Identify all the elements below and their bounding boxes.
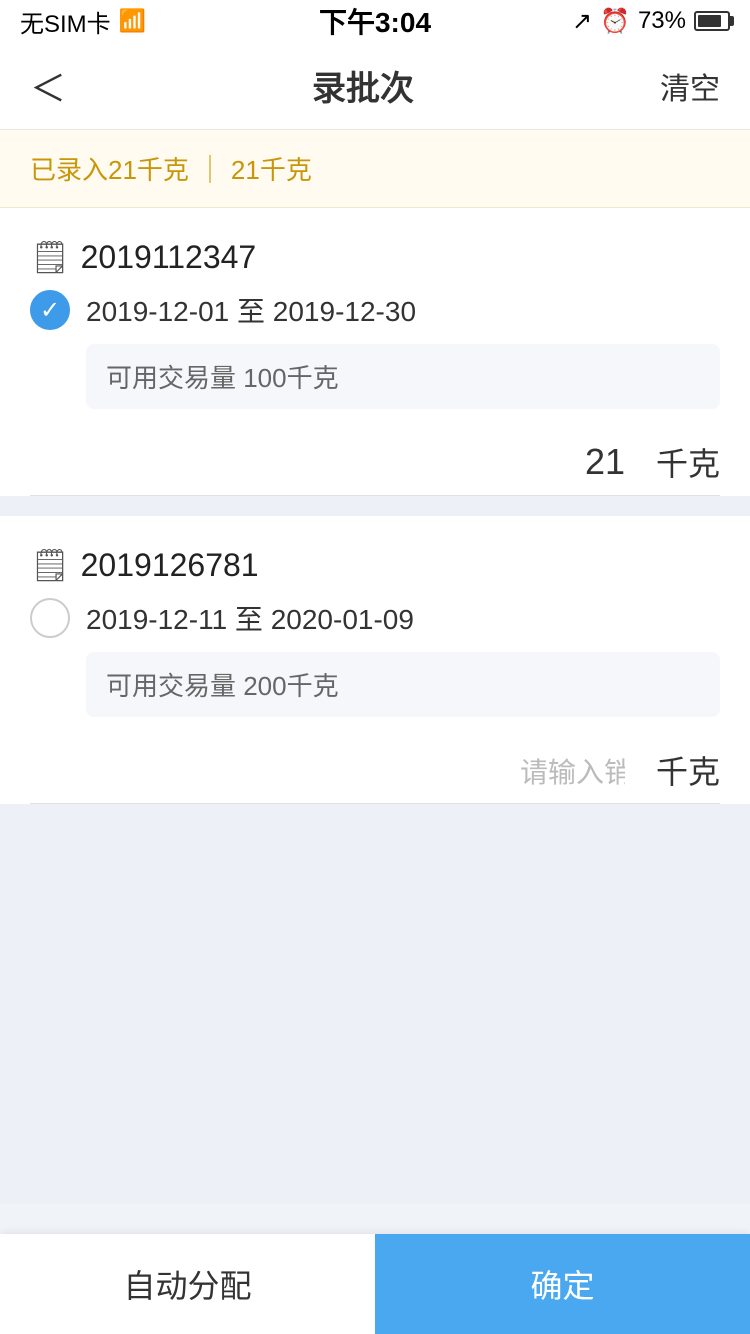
batch1-date: 2019-12-01 至 2019-12-30	[86, 290, 416, 330]
batch2-unit: 千克	[656, 747, 720, 793]
carrier-text: 无SIM卡	[20, 4, 111, 39]
summary-value: 21千克	[231, 150, 312, 187]
batch1-id: 2019112347	[81, 239, 257, 276]
batch2-id: 2019126781	[81, 547, 259, 584]
back-button[interactable]: ＜	[30, 60, 66, 112]
bottom-bar: 自动分配 确定	[0, 1234, 750, 1334]
batch2-qty-input[interactable]	[520, 749, 640, 791]
batch2-input-row: 千克	[0, 727, 750, 803]
nav-bar: ＜ 录批次 清空	[0, 42, 750, 130]
location-icon: ↗	[572, 7, 592, 36]
batch1-available: 可用交易量 100千克	[86, 344, 720, 409]
auto-distribute-button[interactable]: 自动分配	[0, 1234, 375, 1334]
batch2-date-row: 2019-12-11 至 2020-01-09	[30, 598, 720, 638]
summary-divider	[209, 155, 211, 183]
summary-bar: 已录入21千克 21千克	[0, 130, 750, 208]
batch2-content: 🗒 2019126781 2019-12-11 至 2020-01-09 可用交…	[0, 516, 750, 727]
batch1-icon: 🗒	[30, 238, 71, 276]
wifi-icon: 📶	[119, 8, 146, 34]
status-bar: 无SIM卡 📶 下午3:04 ↗ ⏰ 73%	[0, 0, 750, 42]
batch2-date: 2019-12-11 至 2020-01-09	[86, 598, 414, 638]
batch1-qty-input[interactable]	[520, 441, 640, 483]
batch1-radio[interactable]: ✓	[30, 290, 70, 330]
status-time: 下午3:04	[319, 1, 431, 41]
alarm-icon: ⏰	[600, 7, 630, 36]
batch1-input-row: 千克	[0, 419, 750, 495]
battery-text: 73%	[638, 7, 686, 35]
batch2-radio[interactable]	[30, 598, 70, 638]
batch1-date-row: ✓ 2019-12-01 至 2019-12-30	[30, 290, 720, 330]
battery-icon	[694, 11, 730, 31]
page-title: 录批次	[312, 61, 414, 110]
batch-item-1: 🗒 2019112347 ✓ 2019-12-01 至 2019-12-30 可…	[0, 208, 750, 496]
empty-area	[0, 804, 750, 1204]
batch2-header: 🗒 2019126781	[30, 546, 720, 584]
batch1-content: 🗒 2019112347 ✓ 2019-12-01 至 2019-12-30 可…	[0, 208, 750, 419]
check-icon: ✓	[40, 296, 60, 325]
summary-label: 已录入21千克	[30, 150, 189, 187]
batch1-unit: 千克	[656, 439, 720, 485]
confirm-button[interactable]: 确定	[375, 1234, 750, 1334]
batch1-header: 🗒 2019112347	[30, 238, 720, 276]
batch2-available: 可用交易量 200千克	[86, 652, 720, 717]
batch-item-2: 🗒 2019126781 2019-12-11 至 2020-01-09 可用交…	[0, 516, 750, 804]
section-divider-1	[0, 496, 750, 516]
status-left: 无SIM卡 📶	[20, 4, 146, 39]
batch2-icon: 🗒	[30, 546, 71, 584]
status-right: ↗ ⏰ 73%	[572, 7, 730, 36]
clear-button[interactable]: 清空	[660, 64, 720, 108]
